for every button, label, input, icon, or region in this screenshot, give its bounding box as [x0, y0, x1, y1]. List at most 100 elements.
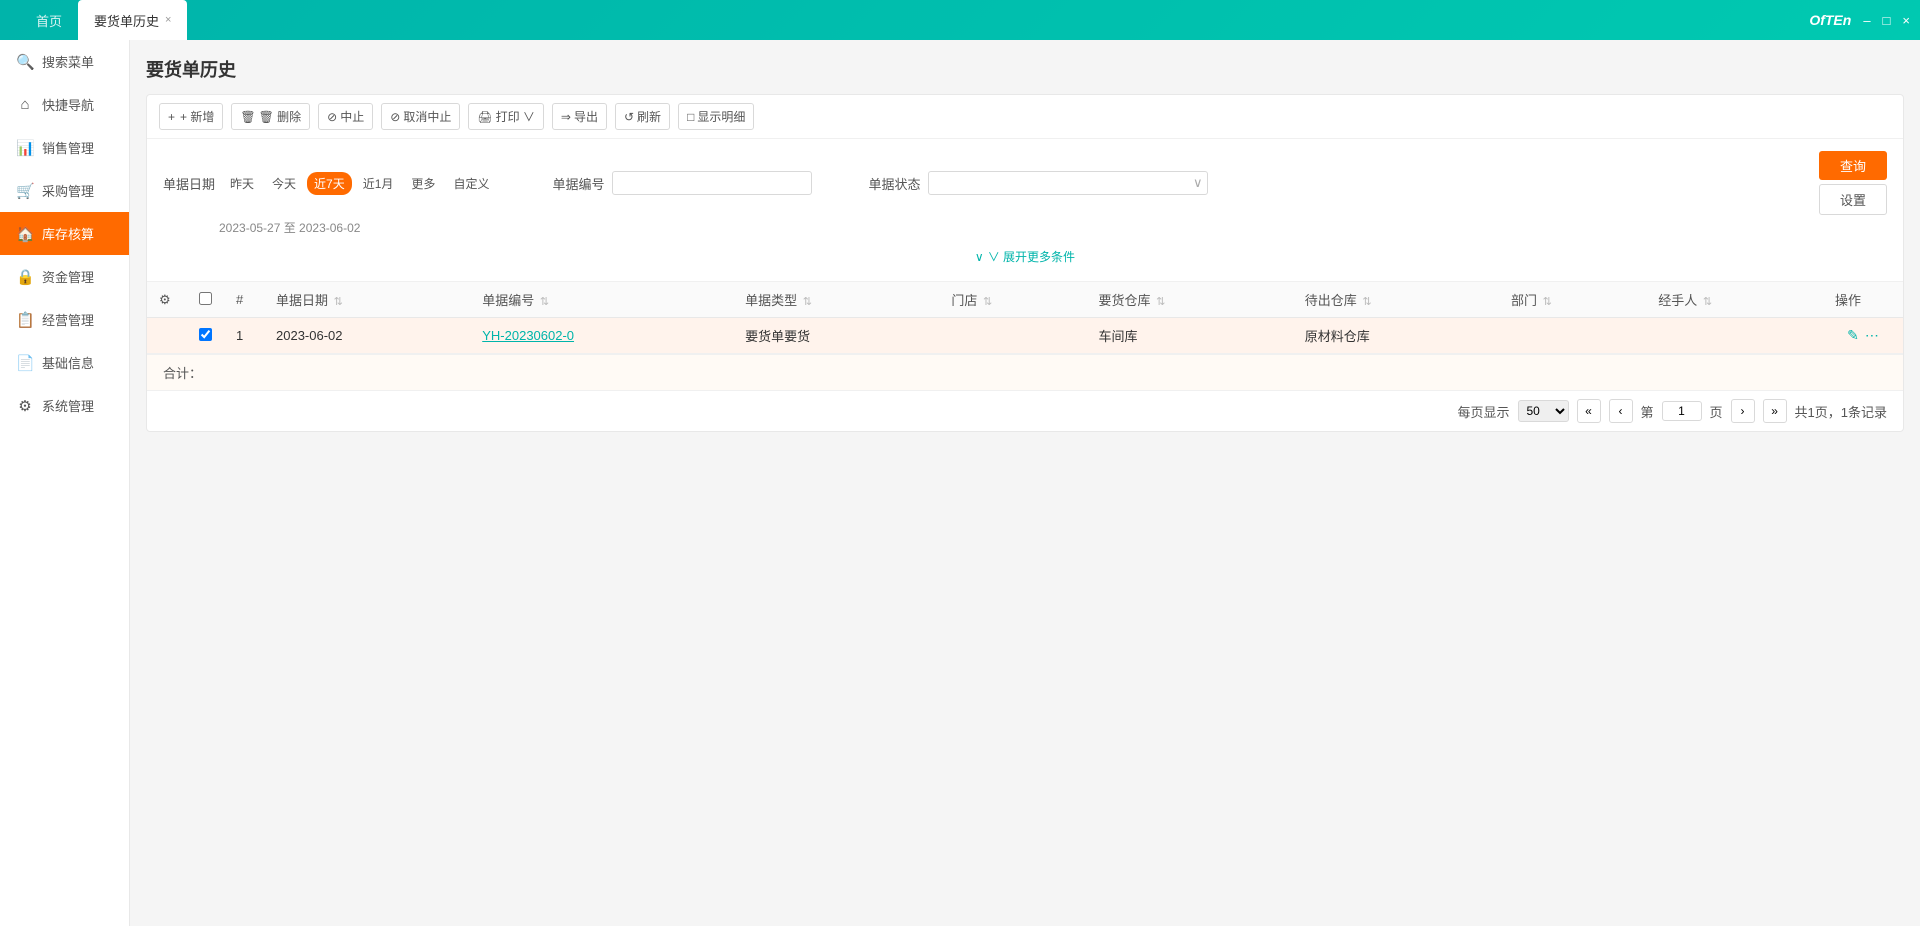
show-detail-button[interactable]: □ 显示明细 [678, 103, 754, 130]
new-button[interactable]: + + 新增 [159, 103, 223, 130]
row-op-icons: ✎ ⋯ [1835, 327, 1891, 344]
col-handler[interactable]: 经手人 ⇅ [1646, 282, 1823, 318]
today-btn[interactable]: 今天 [265, 172, 303, 195]
yesterday-btn[interactable]: 昨天 [223, 172, 261, 195]
page-number-input[interactable] [1662, 401, 1702, 421]
window-maximize-icon[interactable]: □ [1883, 13, 1891, 28]
date-filter-label: 单据日期 [163, 174, 215, 193]
sidebar-item-system[interactable]: ⚙ 系统管理 [0, 384, 129, 427]
tab-list: 首页 要货单历史 × [20, 0, 187, 40]
last1month-btn[interactable]: 近1月 [356, 172, 401, 195]
bill-no-link[interactable]: YH-20230602-0 [482, 328, 574, 343]
more-btn[interactable]: 更多 [404, 172, 442, 195]
sort-billno-icon: ⇅ [540, 296, 549, 308]
action-buttons: 查询 设置 [1819, 151, 1887, 215]
data-table: ⚙ # 单据日期 ⇅ 单据编号 ⇅ [147, 282, 1903, 354]
expand-row: ∨ ∨ 展开更多条件 [163, 244, 1887, 269]
inventory-icon: 🏠 [16, 225, 34, 243]
next-page-button[interactable]: › [1731, 399, 1755, 423]
sidebar-item-basic[interactable]: 📄 基础信息 [0, 341, 129, 384]
sort-handler-icon: ⇅ [1703, 296, 1712, 308]
query-button[interactable]: 查询 [1819, 151, 1887, 180]
delete-button[interactable]: 🗑 🗑 删除 [231, 103, 310, 130]
bill-status-input[interactable] [928, 171, 1208, 195]
date-filter-buttons: 昨天 今天 近7天 近1月 更多 自定义 [223, 172, 496, 195]
sidebar-item-inventory[interactable]: 🏠 库存核算 [0, 212, 129, 255]
toolbar: + + 新增 🗑 🗑 删除 ⊘ 中止 ⊘ 取消中止 🖨 打印 ∨ ⇒ 导出 [147, 95, 1903, 139]
col-req-warehouse[interactable]: 要货仓库 ⇅ [1087, 282, 1293, 318]
window-minimize-icon[interactable]: – [1863, 13, 1870, 28]
filter-area: 单据日期 昨天 今天 近7天 近1月 更多 自定义 单据编号 [147, 139, 1903, 282]
sidebar-item-search[interactable]: 🔍 搜索菜单 [0, 40, 129, 83]
sidebar-item-purchase[interactable]: 🛒 采购管理 [0, 169, 129, 212]
row-select-checkbox[interactable] [199, 328, 212, 341]
delete-icon: 🗑 [240, 110, 255, 124]
table-row: 1 2023-06-02 YH-20230602-0 要货单要货 车间库 原材料… [147, 318, 1903, 354]
table-footer: 合计： [147, 354, 1903, 390]
row-checkbox [187, 318, 224, 354]
settings-button[interactable]: 设置 [1819, 184, 1887, 215]
page-size-select[interactable]: 10 20 50 100 [1518, 400, 1569, 422]
col-department[interactable]: 部门 ⇅ [1499, 282, 1646, 318]
sort-date-icon: ⇅ [334, 296, 343, 308]
bill-status-filter-group: 单据状态 ∨ [868, 171, 1208, 195]
total-label: 合计： [163, 363, 202, 382]
page-jump-label: 第 [1641, 402, 1654, 421]
refresh-button[interactable]: ↺ 刷新 [615, 103, 670, 130]
refresh-icon: ↺ [624, 110, 634, 124]
filter-row-1: 单据日期 昨天 今天 近7天 近1月 更多 自定义 单据编号 [163, 151, 1887, 215]
stop-button[interactable]: ⊘ 中止 [318, 103, 373, 130]
print-button[interactable]: 🖨 打印 ∨ [468, 103, 544, 130]
cancel-stop-icon: ⊘ [390, 110, 400, 124]
col-bill-no[interactable]: 单据编号 ⇅ [470, 282, 733, 318]
page-label: 页 [1710, 402, 1723, 421]
last7days-btn[interactable]: 近7天 [307, 172, 352, 195]
row-settings [147, 318, 187, 354]
row-store [939, 318, 1086, 354]
row-num: 1 [224, 318, 264, 354]
col-pending-warehouse[interactable]: 待出仓库 ⇅ [1293, 282, 1499, 318]
sidebar-item-sales[interactable]: 📊 销售管理 [0, 126, 129, 169]
close-tab-icon[interactable]: × [165, 14, 171, 26]
expand-conditions-btn[interactable]: ∨ ∨ 展开更多条件 [967, 244, 1083, 269]
sidebar-item-shortcut[interactable]: ⌂ 快捷导航 [0, 83, 129, 126]
chart-icon: 📊 [16, 139, 34, 157]
col-bill-type[interactable]: 单据类型 ⇅ [733, 282, 939, 318]
brand-label: OfTEn [1809, 12, 1851, 28]
sidebar-item-operations[interactable]: 📋 经营管理 [0, 298, 129, 341]
col-store[interactable]: 门店 ⇅ [939, 282, 1086, 318]
bill-no-label: 单据编号 [552, 174, 604, 193]
date-range-display: 2023-05-27 至 2023-06-02 [219, 219, 1887, 236]
lock-icon: 🔒 [16, 268, 34, 286]
ops-icon: 📋 [16, 311, 34, 329]
prev-page-button[interactable]: ‹ [1609, 399, 1633, 423]
col-date[interactable]: 单据日期 ⇅ [264, 282, 470, 318]
select-all-checkbox[interactable] [199, 292, 212, 305]
tab-home[interactable]: 首页 [20, 0, 78, 40]
tab-history[interactable]: 要货单历史 × [78, 0, 187, 40]
date-filter-group: 单据日期 昨天 今天 近7天 近1月 更多 自定义 [163, 172, 496, 195]
row-req-warehouse: 车间库 [1087, 318, 1293, 354]
top-bar: 首页 要货单历史 × OfTEn – □ × [0, 0, 1920, 40]
first-page-button[interactable]: « [1577, 399, 1601, 423]
row-pending-warehouse: 原材料仓库 [1293, 318, 1499, 354]
row-handler [1646, 318, 1823, 354]
row-more-icon[interactable]: ⋯ [1865, 327, 1879, 344]
col-settings[interactable]: ⚙ [147, 282, 187, 318]
cancel-stop-button[interactable]: ⊘ 取消中止 [381, 103, 460, 130]
window-close-icon[interactable]: × [1902, 13, 1910, 28]
sort-dept-icon: ⇅ [1543, 296, 1552, 308]
total-info: 共1页，1条记录 [1795, 402, 1887, 421]
row-edit-icon[interactable]: ✎ [1847, 327, 1859, 344]
row-bill-no: YH-20230602-0 [470, 318, 733, 354]
custom-btn[interactable]: 自定义 [446, 172, 496, 195]
sidebar-item-finance[interactable]: 🔒 资金管理 [0, 255, 129, 298]
col-checkbox [187, 282, 224, 318]
pagination: 每页显示 10 20 50 100 « ‹ 第 页 › » 共1页，1条记录 [147, 390, 1903, 431]
row-operations: ✎ ⋯ [1823, 318, 1903, 354]
export-button[interactable]: ⇒ 导出 [552, 103, 607, 130]
bill-no-input[interactable] [612, 171, 812, 195]
top-right-controls: OfTEn – □ × [1809, 12, 1910, 28]
last-page-button[interactable]: » [1763, 399, 1787, 423]
main-content: 要货单历史 + + 新增 🗑 🗑 删除 ⊘ 中止 ⊘ 取消中止 🖨 打印 ∨ [130, 40, 1920, 926]
